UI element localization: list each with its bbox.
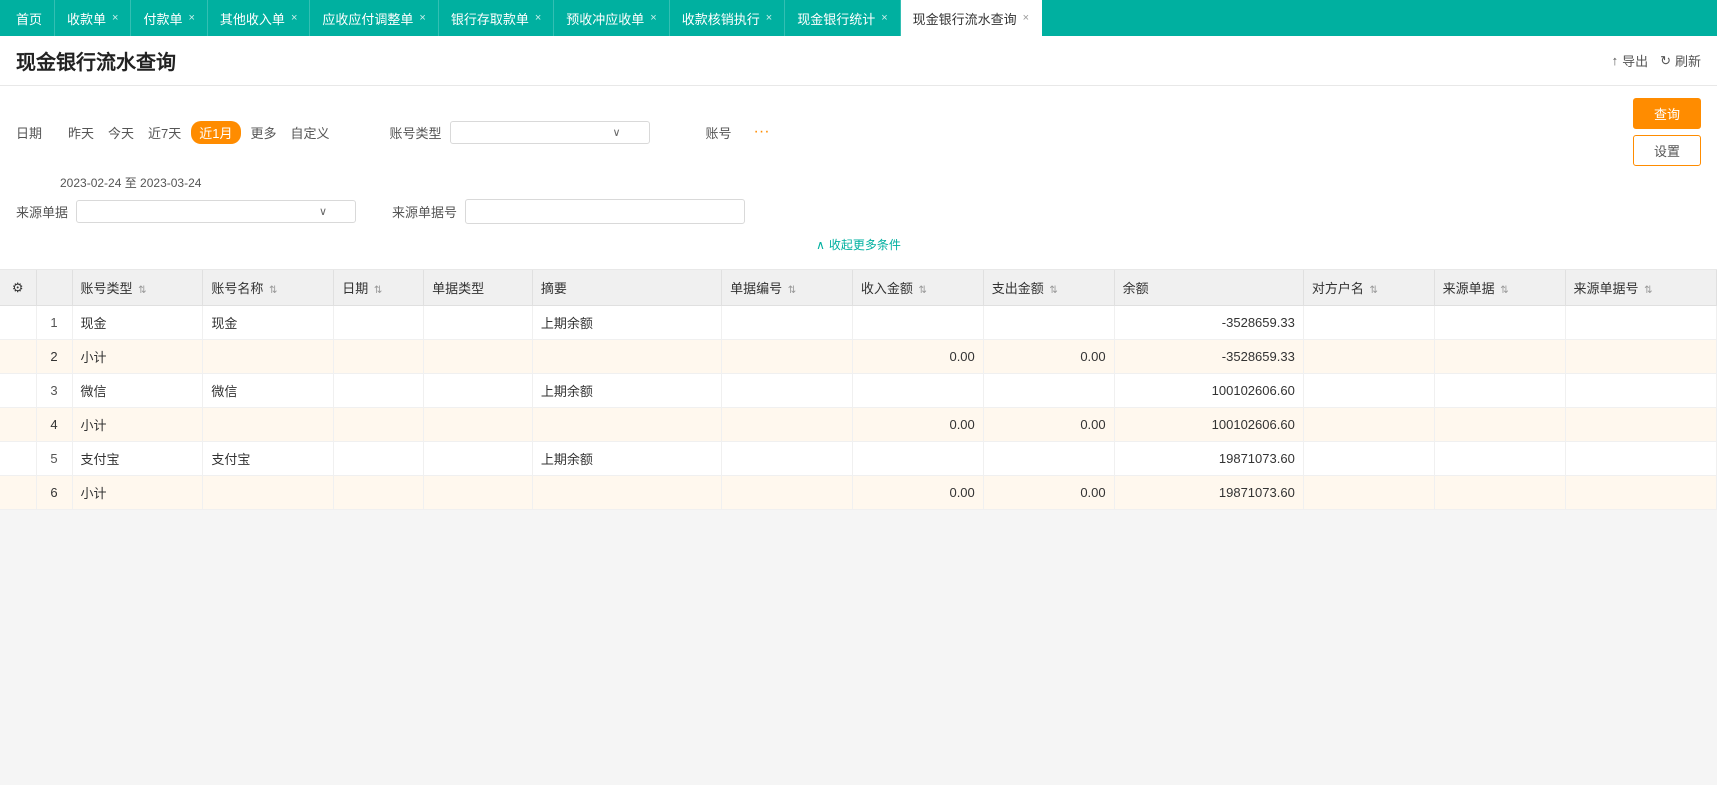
th-summary: 摘要 (532, 270, 721, 306)
th-account-type[interactable]: 账号类型 ⇅ (72, 270, 203, 306)
gear-icon[interactable]: ⚙ (12, 280, 24, 295)
refresh-button[interactable]: ↻ 刷新 (1660, 51, 1701, 70)
table-row: 4小计0.000.00100102606.60 (0, 408, 1717, 442)
nav-prepay-offset[interactable]: 预收冲应收单 × (554, 0, 669, 36)
nav-close-icon[interactable]: × (881, 12, 887, 24)
table-row: 5支付宝支付宝上期余额19871073.60 (0, 442, 1717, 476)
source-doc-select[interactable]: ∨ (76, 200, 356, 223)
th-source-doc[interactable]: 来源单据 ⇅ (1434, 270, 1565, 306)
table-row: 2小计0.000.00-3528659.33 (0, 340, 1717, 374)
data-table-container: ⚙ 账号类型 ⇅ 账号名称 ⇅ 日期 ⇅ 单据类型 摘要 单据编号 ⇅ 收入金额… (0, 270, 1717, 510)
nav-bank-deposit[interactable]: 银行存取款单 × (439, 0, 554, 36)
th-account-name[interactable]: 账号名称 ⇅ (203, 270, 334, 306)
date-opt-more[interactable]: 更多 (247, 121, 281, 144)
nav-close-icon[interactable]: × (650, 12, 656, 24)
table-header-row: ⚙ 账号类型 ⇅ 账号名称 ⇅ 日期 ⇅ 单据类型 摘要 单据编号 ⇅ 收入金额… (0, 270, 1717, 306)
nav-home[interactable]: 首页 (4, 0, 55, 36)
source-doc-no-label: 来源单据号 (392, 202, 457, 221)
date-opt-today[interactable]: 今天 (104, 121, 138, 144)
filter-area: 日期 昨天 今天 近7天 近1月 更多 自定义 账号类型 ∨ 账号 ··· (0, 86, 1717, 270)
source-doc-no-input[interactable] (465, 199, 745, 224)
source-doc-no-filter-group: 来源单据号 (392, 199, 745, 224)
export-button[interactable]: ↑ 导出 (1612, 51, 1649, 70)
chevron-down-icon: ∨ (612, 126, 620, 139)
nav-close-icon[interactable]: × (291, 12, 297, 24)
th-source-doc-no[interactable]: 来源单据号 ⇅ (1565, 270, 1716, 306)
date-opt-yesterday[interactable]: 昨天 (64, 121, 98, 144)
date-opt-custom[interactable]: 自定义 (287, 121, 334, 144)
nav-ar-adjust[interactable]: 应收应付调整单 × (310, 0, 438, 36)
refresh-icon: ↻ (1660, 53, 1671, 69)
th-doc-type: 单据类型 (424, 270, 533, 306)
table-row: 3微信微信上期余额100102606.60 (0, 374, 1717, 408)
account-filter-group: 账号 ··· (706, 123, 774, 142)
date-opt-1month[interactable]: 近1月 (191, 121, 240, 144)
nav-close-icon[interactable]: × (766, 12, 772, 24)
source-doc-filter-group: 来源单据 ∨ (16, 200, 356, 223)
nav-close-icon[interactable]: × (188, 12, 194, 24)
nav-payments[interactable]: 付款单 × (131, 0, 207, 36)
nav-collect-verify[interactable]: 收款核销执行 × (670, 0, 785, 36)
date-opt-7days[interactable]: 近7天 (144, 121, 185, 144)
th-expense[interactable]: 支出金额 ⇅ (983, 270, 1114, 306)
nav-cash-bank-stat[interactable]: 现金银行统计 × (785, 0, 900, 36)
action-buttons: 查询 设置 (1633, 98, 1701, 166)
nav-close-icon[interactable]: × (112, 12, 118, 24)
th-balance: 余额 (1114, 270, 1303, 306)
date-filter-group: 日期 昨天 今天 近7天 近1月 更多 自定义 (16, 121, 334, 144)
nav-close-icon[interactable]: × (1023, 12, 1029, 24)
data-table: ⚙ 账号类型 ⇅ 账号名称 ⇅ 日期 ⇅ 单据类型 摘要 单据编号 ⇅ 收入金额… (0, 270, 1717, 510)
date-range-display: 2023-02-24 至 2023-03-24 (60, 176, 201, 190)
th-doc-no[interactable]: 单据编号 ⇅ (722, 270, 853, 306)
collapse-up-icon: ∧ (816, 238, 825, 252)
th-seq (36, 270, 72, 306)
th-counterparty[interactable]: 对方户名 ⇅ (1303, 270, 1434, 306)
nav-cash-bank-flow[interactable]: 现金银行流水查询 × (901, 0, 1042, 36)
th-date[interactable]: 日期 ⇅ (334, 270, 424, 306)
account-type-filter-group: 账号类型 ∨ (390, 121, 650, 144)
th-gear: ⚙ (0, 270, 36, 306)
page-header: 现金银行流水查询 ↑ 导出 ↻ 刷新 (0, 36, 1717, 86)
account-type-select[interactable]: ∨ (450, 121, 650, 144)
table-row: 6小计0.000.0019871073.60 (0, 476, 1717, 510)
nav-receipts[interactable]: 收款单 × (55, 0, 131, 36)
filter-row-1: 日期 昨天 今天 近7天 近1月 更多 自定义 账号类型 ∨ 账号 ··· (16, 98, 1701, 166)
date-options: 昨天 今天 近7天 近1月 更多 自定义 (64, 121, 334, 144)
nav-other-income[interactable]: 其他收入单 × (208, 0, 310, 36)
collapse-bar[interactable]: ∧ 收起更多条件 (16, 232, 1701, 257)
chevron-down-icon: ∨ (319, 205, 327, 218)
account-label: 账号 (706, 123, 746, 142)
table-row: 1现金现金上期余额-3528659.33 (0, 306, 1717, 340)
account-type-label: 账号类型 (390, 123, 442, 142)
filter-row-2: 来源单据 ∨ 来源单据号 (16, 199, 1701, 224)
nav-close-icon[interactable]: × (419, 12, 425, 24)
export-icon: ↑ (1612, 53, 1619, 68)
settings-button[interactable]: 设置 (1633, 135, 1701, 166)
date-label: 日期 (16, 123, 56, 142)
account-dots-button[interactable]: ··· (754, 123, 770, 141)
source-doc-label: 来源单据 (16, 202, 68, 221)
header-actions: ↑ 导出 ↻ 刷新 (1612, 51, 1701, 70)
th-income[interactable]: 收入金额 ⇅ (852, 270, 983, 306)
page-title: 现金银行流水查询 (16, 46, 176, 75)
top-navigation: 首页 收款单 × 付款单 × 其他收入单 × 应收应付调整单 × 银行存取款单 … (0, 0, 1717, 36)
nav-close-icon[interactable]: × (535, 12, 541, 24)
query-button[interactable]: 查询 (1633, 98, 1701, 129)
